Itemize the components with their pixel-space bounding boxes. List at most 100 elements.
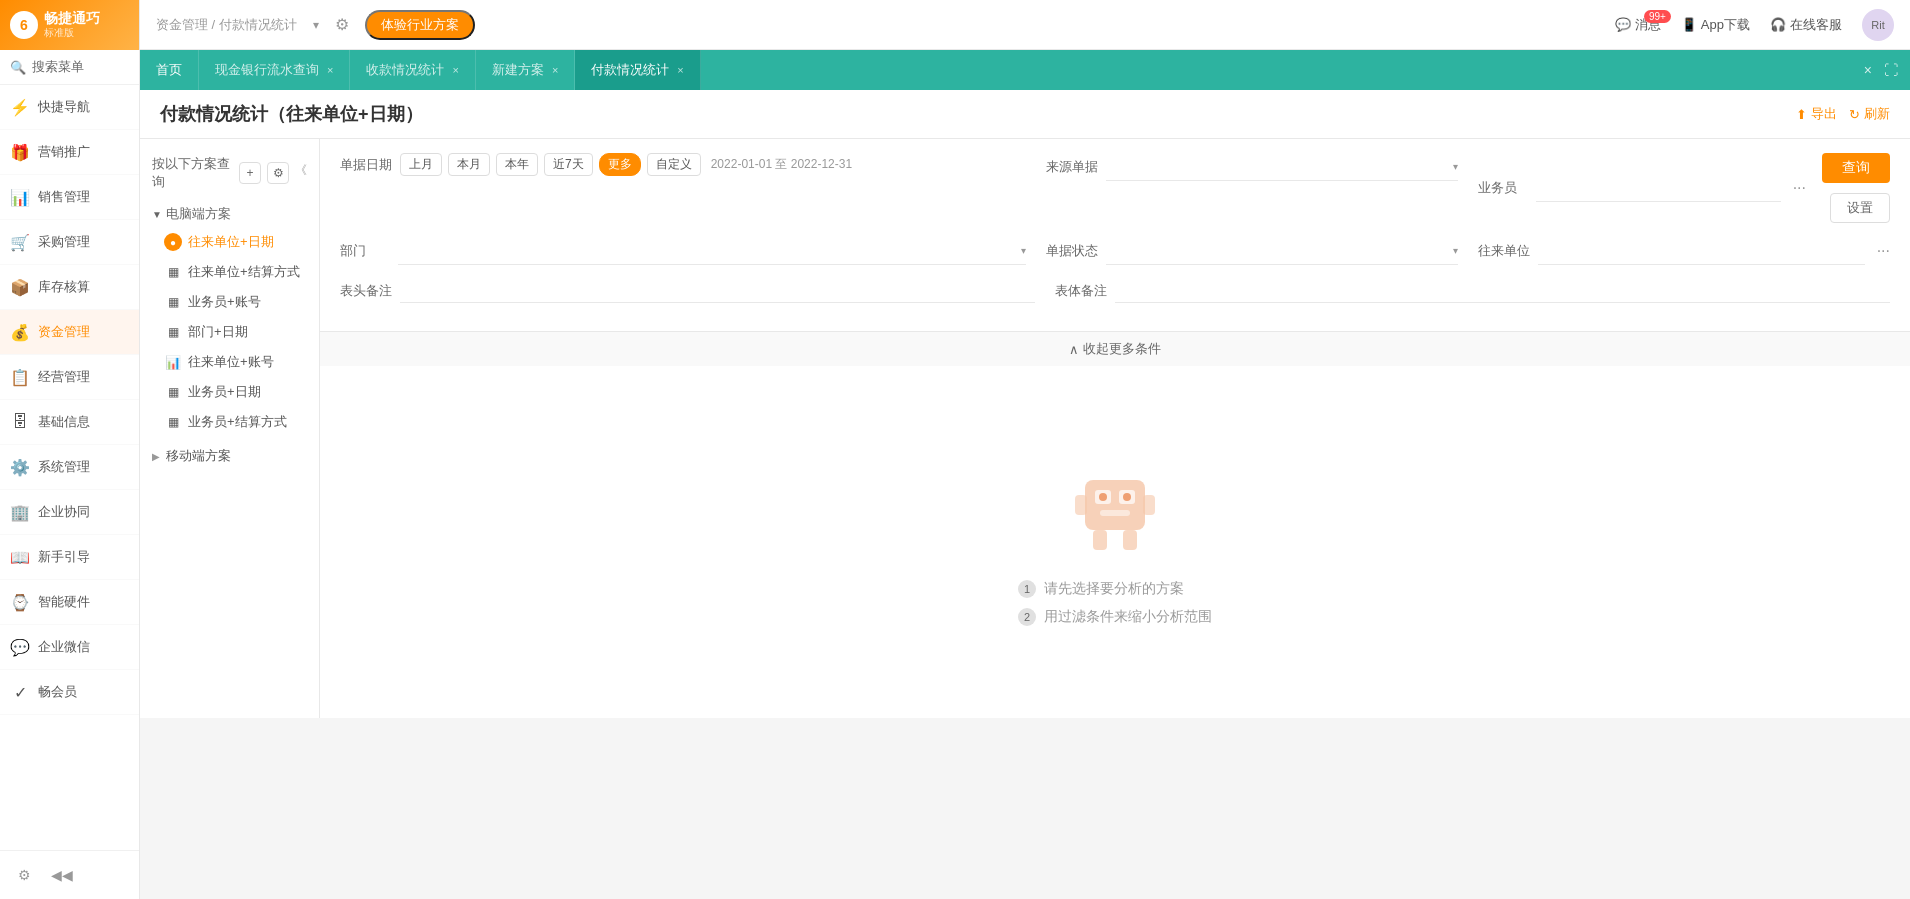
desktop-group-title[interactable]: ▼ 电脑端方案 (140, 201, 319, 227)
message-button[interactable]: 💬 消息 99+ (1615, 16, 1661, 34)
filter-date-item: 单据日期 上月 本月 本年 近7天 更多 自定义 2022-01-01 至 20… (340, 153, 1026, 176)
scheme-item-partner-settlement[interactable]: ▦ 往来单位+结算方式 (140, 257, 319, 287)
salesman-dots[interactable]: ··· (1793, 179, 1806, 197)
tab-close-new-scheme[interactable]: × (552, 64, 558, 76)
sidebar-item-inventory[interactable]: 📦 库存核算 (0, 265, 139, 310)
empty-illustration (1055, 460, 1175, 560)
breadcrumb-dropdown[interactable]: ▾ (313, 18, 319, 32)
trial-button[interactable]: 体验行业方案 (365, 10, 475, 40)
sidebar-item-basic[interactable]: 🗄 基础信息 (0, 400, 139, 445)
scheme-item-salesman-settle[interactable]: ▦ 业务员+结算方式 (140, 407, 319, 437)
scheme-item-icon-partner-account: 📊 (164, 353, 182, 371)
wechat-icon: 💬 (10, 637, 30, 657)
scheme-collapse-button[interactable]: 《 (295, 162, 307, 184)
date-btn-this-month[interactable]: 本月 (448, 153, 490, 176)
tab-new-scheme[interactable]: 新建方案 × (476, 50, 575, 90)
logo-text: 畅捷通巧 标准版 (44, 10, 100, 41)
sidebar-logo: 6 畅捷通巧 标准版 (0, 0, 139, 50)
counterpart-dots[interactable]: ··· (1877, 242, 1890, 260)
salesman-select[interactable] (1536, 174, 1780, 202)
date-btn-this-year[interactable]: 本年 (496, 153, 538, 176)
tab-close-payment-stats[interactable]: × (677, 64, 683, 76)
docstatus-select-arrow: ▾ (1453, 245, 1458, 256)
date-btn-more[interactable]: 更多 (599, 153, 641, 176)
app-download-button[interactable]: 📱 App下载 (1681, 16, 1750, 34)
refresh-button[interactable]: ↻ 刷新 (1849, 105, 1890, 123)
query-button[interactable]: 查询 (1822, 153, 1890, 183)
enterprise-icon: 🏢 (10, 502, 30, 522)
date-btn-7days[interactable]: 近7天 (544, 153, 593, 176)
desktop-scheme-group: ▼ 电脑端方案 ● 往来单位+日期 ▦ 往来单位+结算方式 ▦ 业务员+账号 (140, 201, 319, 437)
sidebar-collapse-button[interactable]: ◀◀ (48, 861, 76, 889)
sidebar-item-enterprise[interactable]: 🏢 企业协同 (0, 490, 139, 535)
sidebar-search[interactable]: 🔍 搜索菜单 (0, 50, 139, 85)
operation-icon: 📋 (10, 367, 30, 387)
mobile-group-arrow: ▶ (152, 451, 160, 462)
sidebar-item-capital[interactable]: 💰 资金管理 (0, 310, 139, 355)
sidebar-item-quicknav[interactable]: ⚡ 快捷导航 (0, 85, 139, 130)
scheme-item-salesman-date[interactable]: ▦ 业务员+日期 (140, 377, 319, 407)
scheme-item-icon-salesman-date: ▦ (164, 383, 182, 401)
tab-cash-flow[interactable]: 现金银行流水查询 × (199, 50, 350, 90)
svg-rect-0 (1085, 480, 1145, 530)
scheme-add-button[interactable]: + (239, 162, 261, 184)
filter-salesman-item: 业务员 ··· 查询 设置 (1478, 153, 1890, 223)
salesman-label: 业务员 (1478, 179, 1528, 197)
scheme-header-actions: + ⚙ 《 (239, 162, 307, 184)
sales-icon: 📊 (10, 187, 30, 207)
sidebar-item-guide[interactable]: 📖 新手引导 (0, 535, 139, 580)
content-area: 付款情况统计（往来单位+日期） ⬆ 导出 ↻ 刷新 按以下方案查询 + (140, 90, 1910, 899)
scheme-item-partner-date[interactable]: ● 往来单位+日期 (140, 227, 319, 257)
source-select-arrow: ▾ (1453, 161, 1458, 172)
dept-select[interactable]: ▾ (398, 237, 1026, 265)
scheme-item-dept-date[interactable]: ▦ 部门+日期 (140, 317, 319, 347)
topnav-settings-icon[interactable]: ⚙ (335, 15, 349, 34)
sidebar-item-marketing[interactable]: 🎁 营销推广 (0, 130, 139, 175)
source-select[interactable]: ▾ (1106, 153, 1458, 181)
scheme-settings-button[interactable]: ⚙ (267, 162, 289, 184)
sidebar-item-wechat[interactable]: 💬 企业微信 (0, 625, 139, 670)
topnav-right: 💬 消息 99+ 📱 App下载 🎧 在线客服 Rit (1615, 9, 1894, 41)
sidebar-item-sales[interactable]: 📊 销售管理 (0, 175, 139, 220)
sidebar-item-purchase[interactable]: 🛒 采购管理 (0, 220, 139, 265)
scheme-item-salesman-account[interactable]: ▦ 业务员+账号 (140, 287, 319, 317)
tab-close-cash-flow[interactable]: × (327, 64, 333, 76)
tab-home[interactable]: 首页 (140, 50, 199, 90)
header-note-input[interactable] (400, 279, 1035, 303)
scheme-item-partner-account[interactable]: 📊 往来单位+账号 (140, 347, 319, 377)
filter-panel: 按以下方案查询 + ⚙ 《 ▼ 电脑端方案 ● 往来单位+日期 (140, 139, 1910, 718)
collapse-icon: ∧ (1069, 342, 1079, 357)
export-button[interactable]: ⬆ 导出 (1796, 105, 1837, 123)
scheme-item-icon-dept-date: ▦ (164, 323, 182, 341)
sidebar-item-member[interactable]: ✓ 畅会员 (0, 670, 139, 715)
desktop-group-arrow: ▼ (152, 209, 162, 220)
docstatus-label: 单据状态 (1046, 242, 1098, 260)
sidebar-item-hardware[interactable]: ⌚ 智能硬件 (0, 580, 139, 625)
sidebar-item-system[interactable]: ⚙️ 系统管理 (0, 445, 139, 490)
page-header-actions: ⬆ 导出 ↻ 刷新 (1796, 105, 1890, 123)
date-btn-custom[interactable]: 自定义 (647, 153, 701, 176)
tab-payment-stats[interactable]: 付款情况统计 × (575, 50, 700, 90)
filter-body-note-item: 表体备注 (1055, 279, 1890, 303)
tabbar-fullscreen-icon[interactable]: ⛶ (1884, 62, 1898, 78)
sidebar-item-operation[interactable]: 📋 经营管理 (0, 355, 139, 400)
scheme-header: 按以下方案查询 + ⚙ 《 (140, 149, 319, 197)
sidebar-settings-button[interactable]: ⚙ (10, 861, 38, 889)
tab-receivable[interactable]: 收款情况统计 × (350, 50, 475, 90)
date-btn-last-month[interactable]: 上月 (400, 153, 442, 176)
date-label: 单据日期 (340, 156, 392, 174)
collapse-bar[interactable]: ∧ 收起更多条件 (320, 331, 1910, 366)
scheme-item-icon-salesman-account: ▦ (164, 293, 182, 311)
empty-tip-2: 2 用过滤条件来缩小分析范围 (1018, 608, 1212, 626)
tab-close-receivable[interactable]: × (452, 64, 458, 76)
mobile-scheme-group[interactable]: ▶ 移动端方案 (140, 441, 319, 471)
service-button[interactable]: 🎧 在线客服 (1770, 16, 1842, 34)
counterpart-select[interactable] (1538, 237, 1864, 265)
user-avatar[interactable]: Rit (1862, 9, 1894, 41)
body-note-input[interactable] (1115, 279, 1890, 303)
filter-settings-button[interactable]: 设置 (1830, 193, 1890, 223)
tabbar-close-icon[interactable]: × (1864, 62, 1872, 78)
header-note-label: 表头备注 (340, 282, 392, 300)
filter-source-item: 来源单据 ▾ (1046, 153, 1458, 181)
docstatus-select[interactable]: ▾ (1106, 237, 1458, 265)
